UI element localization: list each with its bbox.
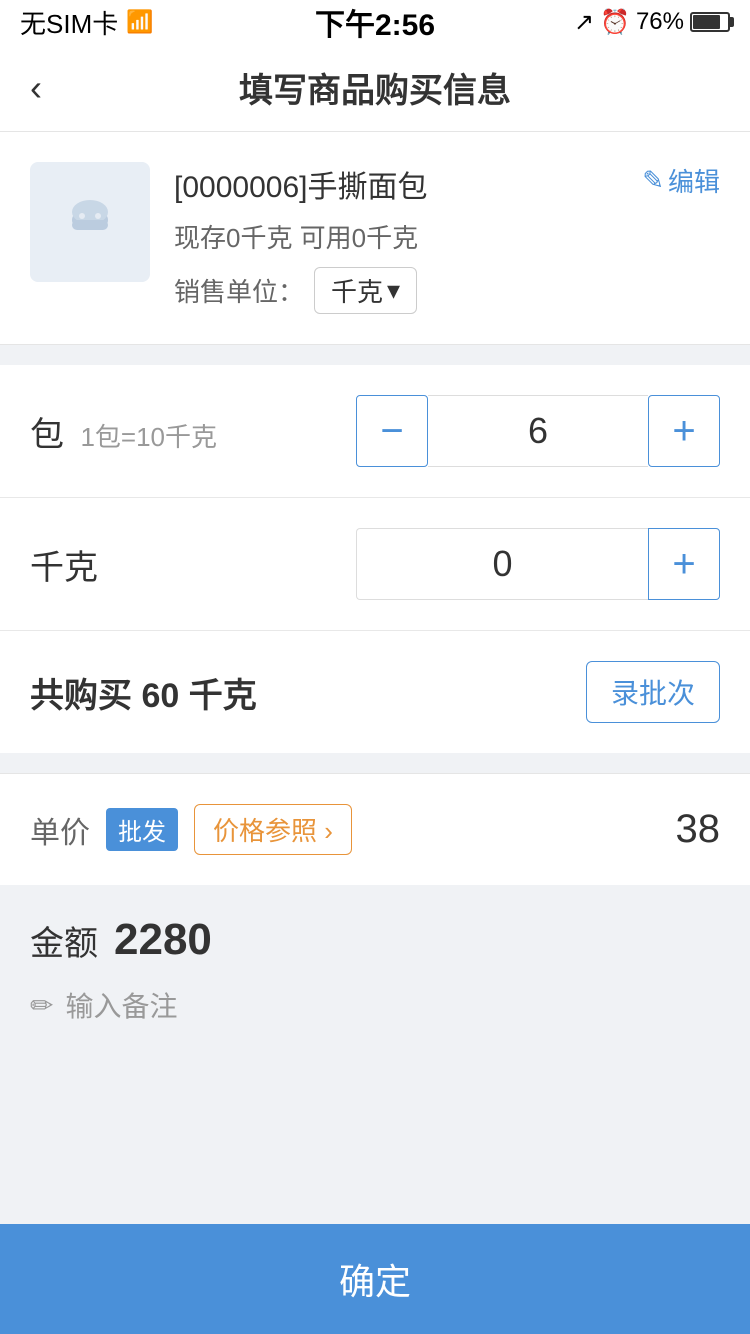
unit-dropdown-icon: ▾ (387, 275, 400, 306)
page-title: 填写商品购买信息 (239, 63, 511, 112)
kilo-quantity-control: + (356, 528, 720, 600)
unit-value: 千克 (331, 272, 383, 309)
summary-label: 共购买 60 千克 (30, 677, 257, 715)
product-unit-row: 销售单位： 千克 ▾ (174, 267, 720, 314)
alarm-icon: ⏰ (600, 8, 630, 37)
confirm-label: 确定 (339, 1253, 411, 1305)
input-section: 包 1包=10千克 − + 千克 + 共购买 60 千克 录批次 (0, 365, 750, 753)
status-left: 无SIM卡 📶 (20, 4, 154, 41)
package-label-group: 包 1包=10千克 (30, 407, 217, 456)
kilo-increment-button[interactable]: + (648, 528, 720, 600)
price-value: 38 (676, 807, 721, 852)
unit-select[interactable]: 千克 ▾ (314, 267, 417, 314)
price-tag-wholesale: 批发 (106, 808, 178, 851)
section-divider-1 (0, 345, 750, 365)
amount-value: 2280 (114, 915, 212, 965)
kilo-input-row: 千克 + (0, 498, 750, 631)
price-reference-button[interactable]: 价格参照 › (194, 804, 352, 855)
product-stock: 现存0千克 可用0千克 (174, 218, 720, 255)
kilo-quantity-input[interactable] (356, 528, 648, 600)
unit-label: 销售单位： (174, 272, 304, 309)
price-label: 单价 (30, 808, 90, 852)
product-name: [0000006]手撕面包 (174, 162, 642, 206)
location-icon: ↗ (574, 8, 594, 37)
wifi-icon: 📶 (126, 9, 153, 35)
package-increment-button[interactable]: + (648, 395, 720, 467)
section-divider-2 (0, 753, 750, 773)
product-image (30, 162, 150, 282)
summary-row: 共购买 60 千克 录批次 (0, 631, 750, 753)
status-bar: 无SIM卡 📶 下午2:56 ↗ ⏰ 76% (0, 0, 750, 44)
summary-quantity: 60 (141, 677, 179, 715)
pencil-icon: ✏ (30, 989, 53, 1022)
package-input-row: 包 1包=10千克 − + (0, 365, 750, 498)
product-logo-icon (60, 192, 120, 252)
battery-icon (690, 12, 730, 32)
note-placeholder: 输入备注 (65, 985, 177, 1025)
edit-button[interactable]: ✎ 编辑 (642, 162, 720, 199)
amount-label: 金额 (30, 916, 98, 965)
note-row[interactable]: ✏ 输入备注 (30, 985, 720, 1025)
product-card: [0000006]手撕面包 ✎ 编辑 现存0千克 可用0千克 销售单位： 千克 … (0, 132, 750, 345)
package-quantity-input[interactable] (428, 395, 648, 467)
batch-button[interactable]: 录批次 (586, 661, 720, 723)
package-sublabel: 1包=10千克 (80, 422, 217, 452)
product-info: [0000006]手撕面包 ✎ 编辑 现存0千克 可用0千克 销售单位： 千克 … (174, 162, 720, 314)
back-icon: ‹ (30, 67, 42, 108)
carrier-text: 无SIM卡 (20, 4, 118, 41)
battery-percent: 76% (636, 8, 684, 36)
amount-section: 金额 2280 ✏ 输入备注 (0, 885, 750, 1224)
package-decrement-button[interactable]: − (356, 395, 428, 467)
price-section: 单价 批发 价格参照 › 38 (0, 773, 750, 885)
edit-icon: ✎ (642, 165, 664, 196)
status-right: ↗ ⏰ 76% (574, 8, 730, 37)
package-quantity-control: − + (356, 395, 720, 467)
back-button[interactable]: ‹ (20, 57, 52, 119)
edit-label: 编辑 (668, 162, 720, 199)
confirm-bar[interactable]: 确定 (0, 1224, 750, 1334)
nav-bar: ‹ 填写商品购买信息 (0, 44, 750, 132)
summary-text: 共购买 60 千克 (30, 668, 257, 717)
package-label: 包 (30, 416, 64, 454)
kilo-label: 千克 (30, 540, 98, 589)
summary-unit: 千克 (189, 677, 257, 715)
status-time: 下午2:56 (315, 0, 435, 44)
amount-row: 金额 2280 (30, 915, 720, 965)
